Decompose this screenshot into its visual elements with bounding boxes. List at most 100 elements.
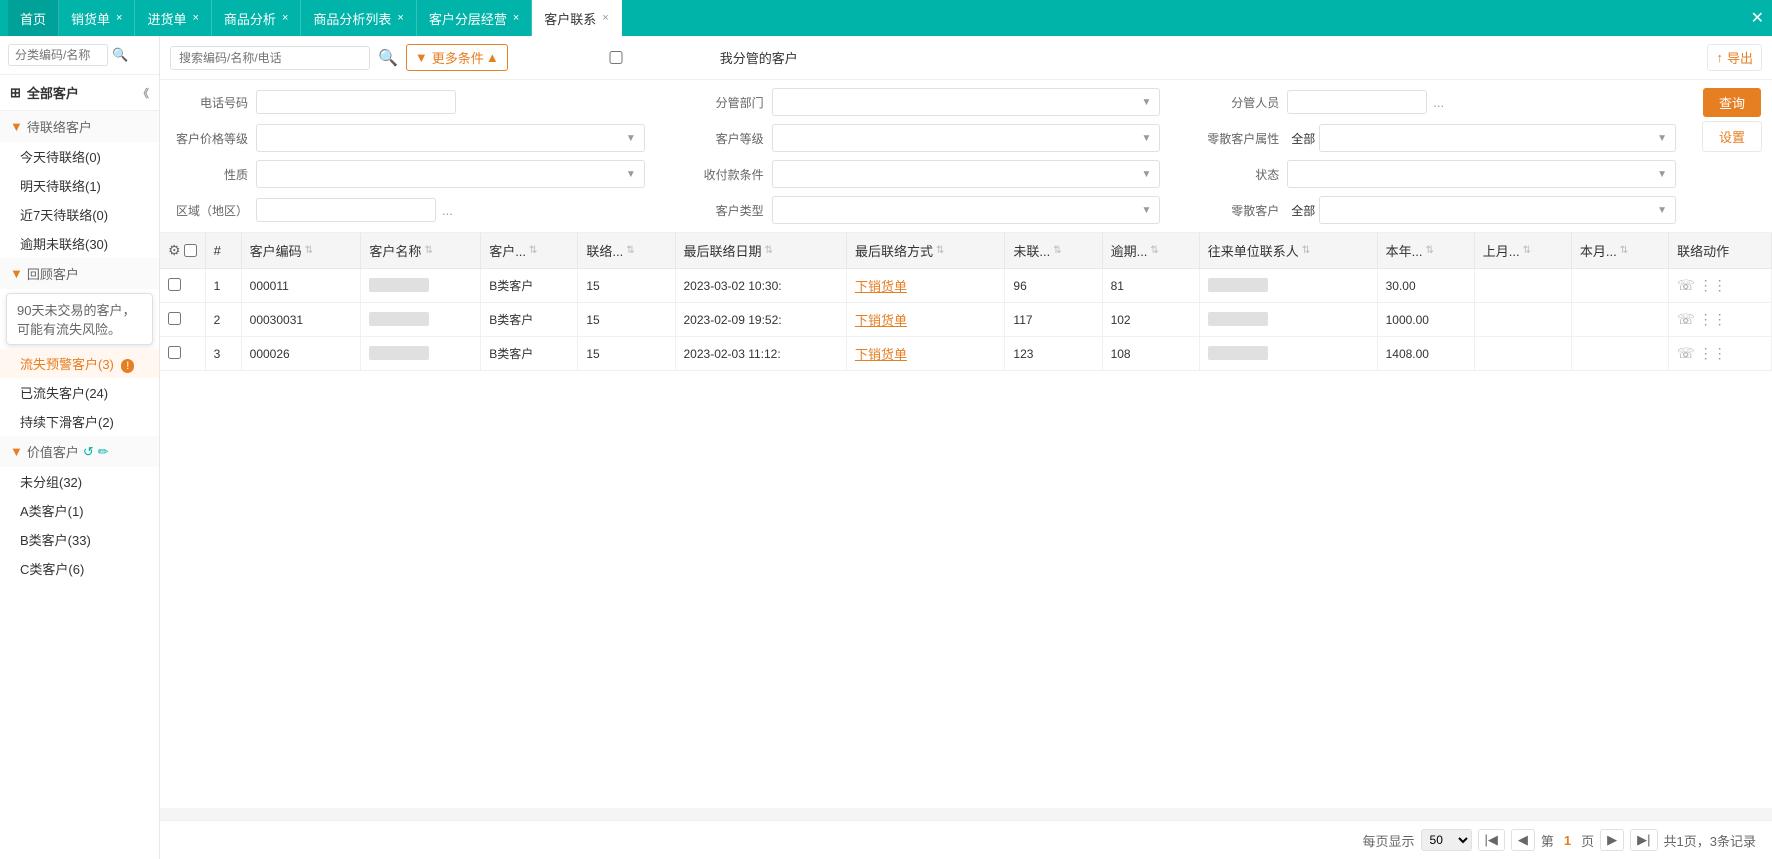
filter-customer-level: 客户等级 ▼ xyxy=(692,124,1161,152)
retail-customer-select[interactable]: ▼ xyxy=(1319,196,1676,224)
tab-customer-tier[interactable]: 客户分层经营 × xyxy=(417,0,532,36)
close-icon[interactable]: × xyxy=(513,12,519,24)
customer-level-select[interactable]: ▼ xyxy=(772,124,1161,152)
arrow-icon: ▼ xyxy=(10,266,23,281)
sidebar-item-7days[interactable]: 近7天待联络(0) xyxy=(0,200,159,229)
settings-button[interactable]: 设置 xyxy=(1702,121,1762,152)
tab-customer-contact[interactable]: 客户联系 × xyxy=(532,0,621,36)
last-page-button[interactable]: ▶| xyxy=(1630,829,1657,851)
more-action-icon[interactable]: ⋮⋮ xyxy=(1699,311,1727,328)
row-this-year: 30.00 xyxy=(1377,269,1474,303)
contact-method-link[interactable]: 下销货单 xyxy=(855,279,907,294)
my-customers-checkbox[interactable] xyxy=(516,51,716,64)
price-level-select[interactable]: ▼ xyxy=(256,124,645,152)
sidebar-item-class-b[interactable]: B类客户(33) xyxy=(0,525,159,554)
contact-action-icon[interactable]: ☏ xyxy=(1677,345,1695,362)
query-button[interactable]: 查询 xyxy=(1703,88,1761,117)
window-close-button[interactable]: ✕ xyxy=(1751,8,1764,28)
contact-action-icon[interactable]: ☏ xyxy=(1677,311,1695,328)
region-more-icon[interactable]: ... xyxy=(436,203,459,218)
retail-attr-select[interactable]: ▼ xyxy=(1319,124,1676,152)
search-input[interactable] xyxy=(170,46,370,70)
contact-method-link[interactable]: 下销货单 xyxy=(855,313,907,328)
next-page-button[interactable]: ▶ xyxy=(1600,829,1624,851)
chevron-down-icon: ▼ xyxy=(626,169,636,180)
gender-select[interactable]: ▼ xyxy=(256,160,645,188)
table-settings-button[interactable]: ⚙ xyxy=(168,242,181,259)
select-all-checkbox[interactable] xyxy=(184,244,197,257)
sidebar-item-declining[interactable]: 持续下滑客户(2) xyxy=(0,407,159,436)
my-customers-checkbox-label[interactable]: 我分管的客户 xyxy=(516,48,798,67)
row-checkbox[interactable] xyxy=(168,346,181,359)
more-action-icon[interactable]: ⋮⋮ xyxy=(1699,345,1727,362)
prev-page-button[interactable]: ◀ xyxy=(1511,829,1535,851)
close-icon[interactable]: × xyxy=(397,12,403,24)
close-icon[interactable]: × xyxy=(192,12,198,24)
more-dots-icon[interactable]: ... xyxy=(1427,95,1450,110)
customer-type-select[interactable]: ▼ xyxy=(772,196,1161,224)
contact-action-icon[interactable]: ☏ xyxy=(1677,277,1695,294)
filter-row-1: 电话号码 分管部门 ▼ 分管人员 xyxy=(176,88,1676,116)
current-page-number: 1 xyxy=(1560,831,1575,850)
sidebar-item-today[interactable]: 今天待联络(0) xyxy=(0,142,159,171)
tab-goods-list[interactable]: 商品分析列表 × xyxy=(301,0,416,36)
section-title-review[interactable]: ▼ 回顾客户 xyxy=(0,258,159,289)
tab-purchase[interactable]: 进货单 × xyxy=(135,0,211,36)
search-icon[interactable]: 🔍 xyxy=(112,47,128,63)
sidebar-item-class-c[interactable]: C类客户(6) xyxy=(0,554,159,583)
tab-goods-analysis[interactable]: 商品分析 × xyxy=(212,0,301,36)
sort-icon: ⇅ xyxy=(305,245,313,256)
refresh-icon[interactable]: ↺ xyxy=(83,444,94,460)
more-conditions-button[interactable]: ▼ 更多条件 ▲ xyxy=(406,44,508,71)
horizontal-scrollbar[interactable] xyxy=(160,808,1772,820)
row-checkbox[interactable] xyxy=(168,312,181,325)
sidebar-item-churned[interactable]: 已流失客户(24) xyxy=(0,378,159,407)
close-icon[interactable]: × xyxy=(116,12,122,24)
th-code[interactable]: 客户编码⇅ xyxy=(241,233,361,269)
th-contact[interactable]: 联络...⇅ xyxy=(578,233,675,269)
status-select[interactable]: ▼ xyxy=(1287,160,1676,188)
per-page-select[interactable]: 50 100 xyxy=(1421,829,1472,851)
export-button[interactable]: ↑ 导出 xyxy=(1707,44,1762,71)
sidebar-item-unclassified[interactable]: 未分组(32) xyxy=(0,467,159,496)
section-title-value[interactable]: ▼ 价值客户 ↺ ✏ xyxy=(0,436,159,467)
th-this-year[interactable]: 本年...⇅ xyxy=(1377,233,1474,269)
edit-icon[interactable]: ✏ xyxy=(98,444,109,460)
th-name[interactable]: 客户名称⇅ xyxy=(361,233,481,269)
tab-sale[interactable]: 销货单 × xyxy=(59,0,135,36)
th-this-month[interactable]: 本月...⇅ xyxy=(1571,233,1668,269)
th-last-month[interactable]: 上月...⇅ xyxy=(1474,233,1571,269)
sort-icon: ⇅ xyxy=(765,245,773,256)
person-input[interactable] xyxy=(1287,90,1427,114)
th-overdue[interactable]: 逾期...⇅ xyxy=(1102,233,1199,269)
search-button[interactable]: 🔍 xyxy=(378,48,398,68)
sidebar-item-overdue-not-contact[interactable]: 逾期未联络(30) xyxy=(0,229,159,258)
row-contact: 15 xyxy=(578,337,675,371)
close-icon[interactable]: × xyxy=(602,12,608,24)
first-page-button[interactable]: |◀ xyxy=(1478,829,1505,851)
contact-method-link[interactable]: 下销货单 xyxy=(855,347,907,362)
th-type[interactable]: 客户...⇅ xyxy=(481,233,578,269)
category-search-input[interactable] xyxy=(8,44,108,66)
all-customers-item[interactable]: ⊞ 全部客户 《 xyxy=(0,75,159,111)
th-contact-person[interactable]: 往来单位联系人⇅ xyxy=(1199,233,1377,269)
more-action-icon[interactable]: ⋮⋮ xyxy=(1699,277,1727,294)
sidebar-item-class-a[interactable]: A类客户(1) xyxy=(0,496,159,525)
chevron-down-icon: ▼ xyxy=(1141,169,1151,180)
th-last-method[interactable]: 最后联络方式⇅ xyxy=(846,233,1004,269)
sidebar-item-tomorrow[interactable]: 明天待联络(1) xyxy=(0,171,159,200)
row-action: ☏ ⋮⋮ xyxy=(1669,303,1772,337)
payment-select[interactable]: ▼ xyxy=(772,160,1161,188)
sidebar-item-churn-warning[interactable]: 流失预警客户(3) ! xyxy=(0,349,159,378)
filter-action-side: 查询 设置 xyxy=(1692,80,1772,232)
row-checkbox[interactable] xyxy=(168,278,181,291)
dept-select[interactable]: ▼ xyxy=(772,88,1161,116)
phone-input[interactable] xyxy=(256,90,456,114)
region-input[interactable] xyxy=(256,198,436,222)
chevron-down-icon: ▼ xyxy=(1141,133,1151,144)
section-title-pending[interactable]: ▼ 待联络客户 xyxy=(0,111,159,142)
th-last-date[interactable]: 最后联络日期⇅ xyxy=(675,233,846,269)
tab-home[interactable]: 首页 xyxy=(8,0,59,36)
close-icon[interactable]: × xyxy=(282,12,288,24)
th-not-contact[interactable]: 未联...⇅ xyxy=(1005,233,1102,269)
